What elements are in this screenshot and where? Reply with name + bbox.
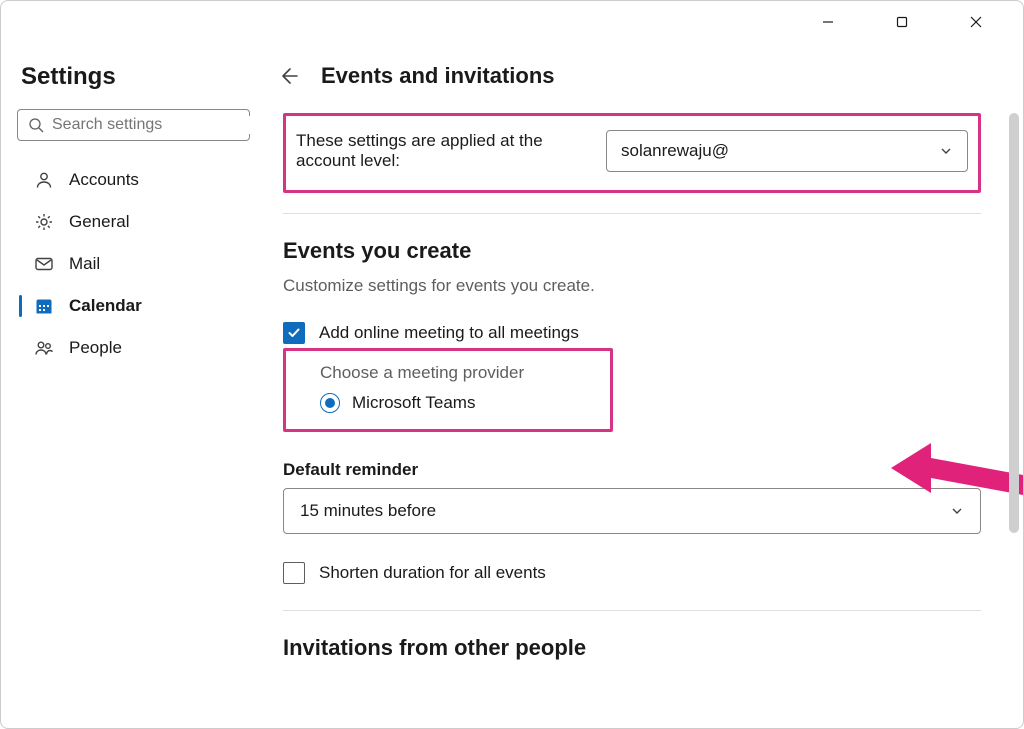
main-header: Events and invitations	[261, 43, 1023, 105]
default-reminder-label: Default reminder	[283, 460, 981, 480]
sidebar-item-calendar[interactable]: Calendar	[17, 285, 250, 327]
default-reminder-value: 15 minutes before	[300, 501, 436, 521]
sidebar-item-people[interactable]: People	[17, 327, 250, 369]
gear-icon	[33, 211, 55, 233]
divider	[283, 610, 981, 611]
shorten-duration-checkbox[interactable]	[283, 562, 305, 584]
window-titlebar	[1, 1, 1023, 43]
events-create-sub: Customize settings for events you create…	[283, 276, 981, 296]
invitations-heading: Invitations from other people	[283, 635, 981, 661]
chevron-down-icon	[950, 504, 964, 518]
sidebar-item-label: General	[69, 212, 129, 232]
close-icon	[970, 16, 982, 28]
people-icon	[33, 337, 55, 359]
shorten-duration-label: Shorten duration for all events	[319, 563, 546, 583]
account-select[interactable]: solanrewaju@	[606, 130, 968, 172]
close-button[interactable]	[953, 7, 999, 37]
maximize-button[interactable]	[879, 7, 925, 37]
search-input-wrap[interactable]	[17, 109, 250, 141]
account-select-value: solanrewaju@	[621, 141, 729, 161]
mail-icon	[33, 253, 55, 275]
page-title: Events and invitations	[321, 63, 555, 89]
person-icon	[33, 169, 55, 191]
minimize-button[interactable]	[805, 7, 851, 37]
sidebar-item-accounts[interactable]: Accounts	[17, 159, 250, 201]
settings-nav: Accounts General Mail Calendar People	[17, 159, 250, 369]
content-area: Settings Accounts General Mail	[1, 43, 1023, 728]
search-input[interactable]	[52, 116, 259, 134]
sidebar-item-mail[interactable]: Mail	[17, 243, 250, 285]
settings-sidebar: Settings Accounts General Mail	[1, 43, 261, 728]
add-online-meeting-label: Add online meeting to all meetings	[319, 323, 579, 343]
main-panel: Events and invitations These settings ar…	[261, 43, 1023, 728]
chevron-down-icon	[939, 144, 953, 158]
maximize-icon	[896, 16, 908, 28]
back-button[interactable]	[271, 59, 305, 93]
default-reminder-select[interactable]: 15 minutes before	[283, 488, 981, 534]
check-icon	[287, 326, 301, 340]
meeting-provider-radio[interactable]: Microsoft Teams	[320, 393, 592, 413]
meeting-provider-heading: Choose a meeting provider	[320, 363, 592, 383]
sidebar-item-label: Mail	[69, 254, 100, 274]
main-content: These settings are applied at the accoun…	[261, 103, 1001, 728]
account-scope-row: These settings are applied at the accoun…	[283, 113, 981, 193]
settings-window: Settings Accounts General Mail	[0, 0, 1024, 729]
sidebar-item-label: People	[69, 338, 122, 358]
add-online-meeting-checkbox-row[interactable]: Add online meeting to all meetings	[283, 322, 981, 344]
sidebar-item-label: Accounts	[69, 170, 139, 190]
sidebar-item-label: Calendar	[69, 296, 142, 316]
events-create-heading: Events you create	[283, 238, 981, 264]
add-online-meeting-checkbox[interactable]	[283, 322, 305, 344]
search-icon	[28, 117, 44, 133]
calendar-icon	[33, 295, 55, 317]
radio-icon	[320, 393, 340, 413]
divider	[283, 213, 981, 214]
meeting-provider-box: Choose a meeting provider Microsoft Team…	[283, 348, 613, 432]
sidebar-title: Settings	[17, 63, 250, 91]
shorten-duration-checkbox-row[interactable]: Shorten duration for all events	[283, 562, 981, 584]
sidebar-item-general[interactable]: General	[17, 201, 250, 243]
arrow-left-icon	[277, 65, 299, 87]
minimize-icon	[822, 16, 834, 28]
meeting-provider-label: Microsoft Teams	[352, 393, 475, 413]
account-scope-label: These settings are applied at the accoun…	[296, 131, 576, 171]
scrollbar-thumb[interactable]	[1009, 113, 1019, 533]
